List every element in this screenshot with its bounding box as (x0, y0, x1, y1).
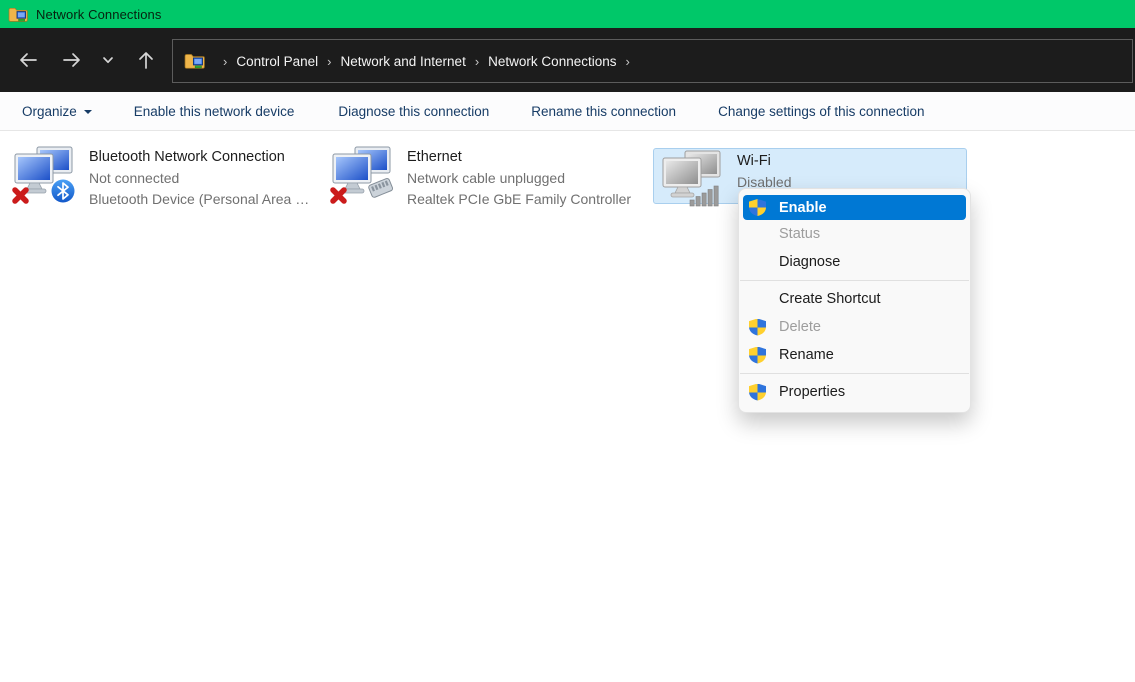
breadcrumb-network-connections[interactable]: Network Connections (488, 54, 616, 69)
uac-shield-icon (749, 384, 779, 401)
connection-info: Bluetooth Network Connection Not connect… (89, 146, 309, 210)
menu-item-delete[interactable]: Delete (743, 313, 966, 341)
breadcrumb-separator: › (474, 53, 480, 69)
context-menu: Enable Status Diagnose Create Shortcut D… (738, 188, 971, 413)
breadcrumb-network-and-internet[interactable]: Network and Internet (341, 54, 466, 69)
connection-info: Ethernet Network cable unplugged Realtek… (407, 146, 631, 210)
wifi-connection-icon (662, 150, 721, 207)
address-bar[interactable]: › Control Panel › Network and Internet ›… (172, 39, 1133, 83)
uac-shield-icon (749, 347, 779, 364)
up-button[interactable] (126, 40, 166, 80)
menu-separator (740, 280, 969, 281)
dropdown-arrow-icon (83, 110, 92, 114)
change-settings-button[interactable]: Change settings of this connection (718, 104, 924, 119)
menu-item-label: Create Shortcut (779, 291, 881, 307)
connection-name: Ethernet (407, 149, 462, 165)
bluetooth-connection-icon (12, 146, 75, 204)
organize-label: Organize (22, 103, 77, 119)
menu-item-label: Diagnose (779, 254, 841, 270)
forward-button[interactable] (52, 40, 92, 80)
forward-arrow-icon (63, 53, 80, 67)
connection-item-bluetooth[interactable]: Bluetooth Network Connection Not connect… (12, 146, 324, 210)
window-title: Network Connections (36, 6, 162, 22)
command-toolbar: Organize Enable this network device Diag… (0, 92, 1135, 131)
menu-item-enable[interactable]: Enable (743, 195, 966, 220)
uac-shield-icon (749, 199, 779, 216)
breadcrumb-separator: › (223, 53, 228, 69)
breadcrumb-trailing-separator[interactable]: › (625, 54, 629, 69)
connections-list: Bluetooth Network Connection Not connect… (0, 131, 1135, 682)
breadcrumb-separator: › (327, 53, 332, 69)
connection-device: Bluetooth Device (Personal Area … (89, 191, 310, 207)
up-arrow-icon (139, 52, 153, 69)
organize-menu-button[interactable]: Organize (22, 104, 92, 119)
connection-status: Network cable unplugged (407, 170, 565, 186)
menu-item-status[interactable]: Status (743, 220, 966, 248)
menu-item-label: Status (779, 226, 821, 242)
enable-device-button[interactable]: Enable this network device (134, 104, 295, 119)
menu-separator (740, 373, 969, 374)
menu-item-diagnose[interactable]: Diagnose (743, 248, 966, 276)
menu-item-rename[interactable]: Rename (743, 341, 966, 369)
chevron-down-icon (103, 57, 113, 64)
recent-locations-button[interactable] (94, 40, 122, 80)
navigation-bar: › Control Panel › Network and Internet ›… (0, 28, 1135, 92)
menu-item-create-shortcut[interactable]: Create Shortcut (743, 285, 966, 313)
rename-connection-button[interactable]: Rename this connection (531, 104, 676, 119)
uac-shield-icon (749, 319, 779, 336)
breadcrumb-control-panel[interactable]: Control Panel (236, 54, 318, 69)
connection-status: Not connected (89, 170, 180, 186)
ethernet-connection-icon (330, 146, 394, 204)
network-folder-icon (8, 7, 28, 22)
network-folder-icon[interactable] (184, 52, 205, 70)
menu-item-label: Delete (779, 319, 821, 335)
connection-name: Bluetooth Network Connection (89, 149, 285, 165)
window-titlebar: Network Connections (0, 0, 1135, 28)
diagnose-connection-button[interactable]: Diagnose this connection (338, 104, 489, 119)
menu-item-label: Rename (779, 347, 834, 363)
connection-device: Realtek PCIe GbE Family Controller (407, 191, 632, 207)
back-arrow-icon (20, 53, 37, 67)
menu-item-properties[interactable]: Properties (743, 378, 966, 406)
menu-item-label: Properties (779, 384, 846, 400)
back-button[interactable] (8, 40, 48, 80)
connection-name: Wi-Fi (737, 153, 771, 169)
menu-item-label: Enable (779, 199, 827, 216)
connection-item-ethernet[interactable]: Ethernet Network cable unplugged Realtek… (330, 146, 642, 210)
